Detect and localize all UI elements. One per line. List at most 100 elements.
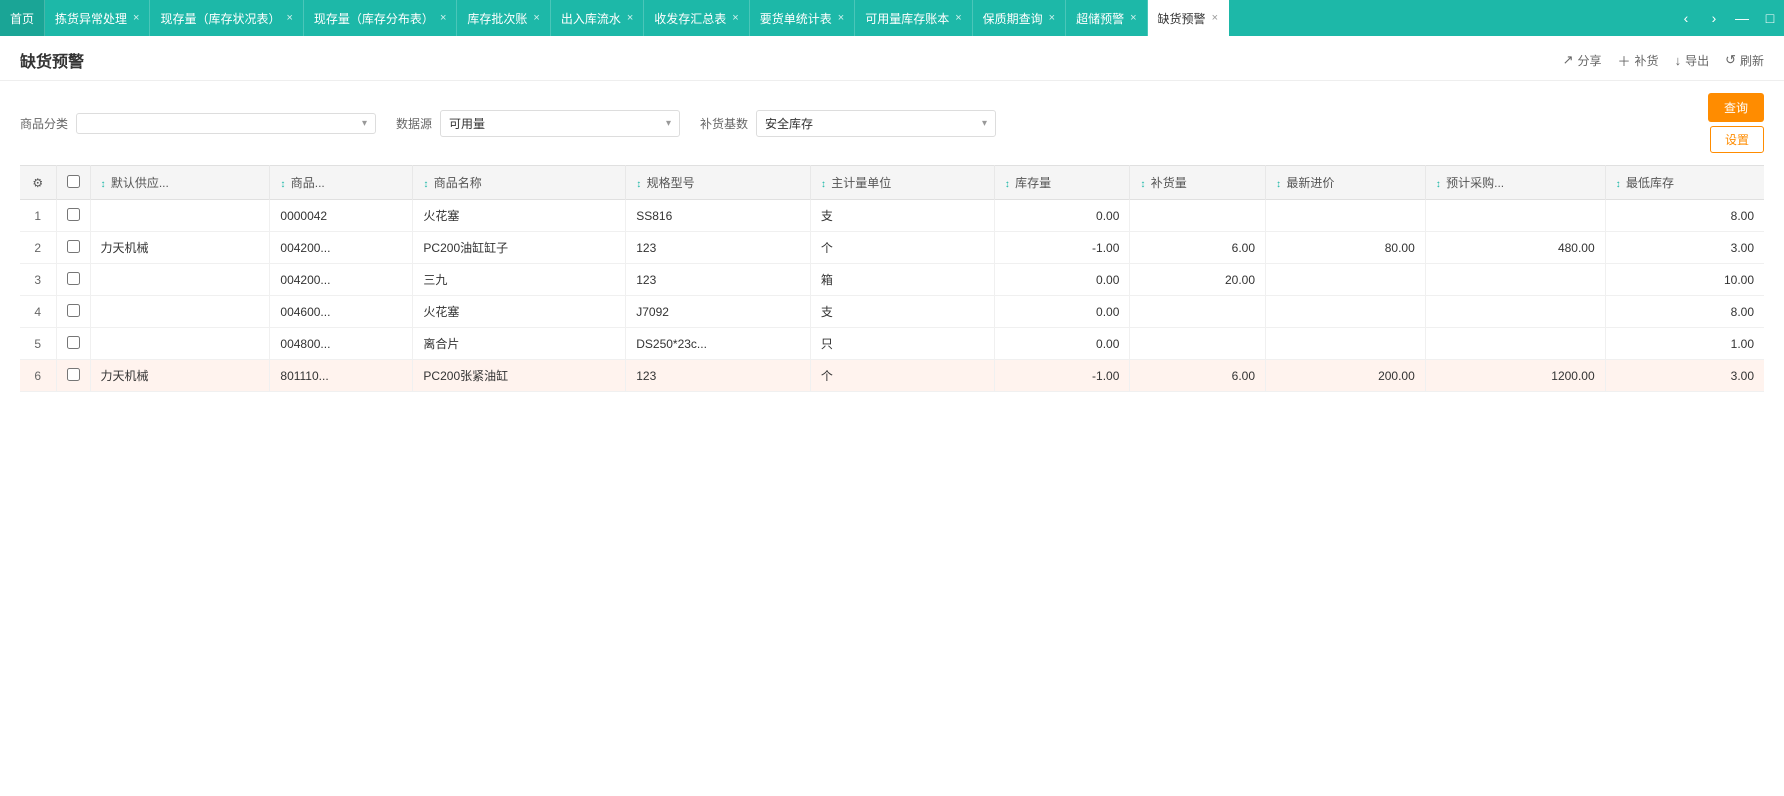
col-product-name-label: 商品名称	[434, 176, 482, 190]
spec-cell: 123	[626, 264, 811, 296]
tab-prev-button[interactable]: ‹	[1672, 0, 1700, 36]
spec-cell: SS816	[626, 200, 811, 232]
stock-qty-cell: -1.00	[994, 360, 1130, 392]
col-est-purchase-label: 预计采购...	[1446, 176, 1504, 190]
tab-close-icon[interactable]: ×	[838, 12, 844, 24]
supplier-cell	[90, 200, 270, 232]
min-stock-cell: 3.00	[1605, 232, 1764, 264]
tab-requisition-stats[interactable]: 要货单统计表×	[750, 0, 855, 36]
tab-close-icon[interactable]: ×	[533, 12, 539, 24]
filter-bar: 商品分类 ▾ 数据源 可用量 ▾ 补货基数 安全库存 ▾ 查询 设置	[0, 81, 1784, 165]
row-checkbox[interactable]	[67, 336, 80, 349]
col-product-code-label: 商品...	[291, 176, 325, 190]
page-title: 缺货预警	[20, 48, 84, 72]
replenish-qty-cell	[1130, 296, 1266, 328]
category-select[interactable]: ▾	[76, 113, 376, 134]
table-row: 2 力天机械 004200... PC200油缸缸子 123 个 -1.00 6…	[20, 232, 1764, 264]
tab-home[interactable]: 首页	[0, 0, 45, 36]
row-num-cell: 1	[20, 200, 56, 232]
min-stock-cell: 8.00	[1605, 200, 1764, 232]
tab-next-button[interactable]: ›	[1700, 0, 1728, 36]
settings-button[interactable]: 设置	[1710, 126, 1764, 153]
replenish-qty-cell: 20.00	[1130, 264, 1266, 296]
table-row: 6 力天机械 801110... PC200张紧油缸 123 个 -1.00 6…	[20, 360, 1764, 392]
datasource-select[interactable]: 可用量 ▾	[440, 110, 680, 137]
select-all-checkbox[interactable]	[67, 175, 80, 188]
stock-qty-cell: 0.00	[994, 328, 1130, 360]
supplier-cell: 力天机械	[90, 232, 270, 264]
unit-cell: 个	[810, 232, 994, 264]
tab-close-icon[interactable]: ×	[133, 12, 139, 24]
product-name-cell: 三九	[413, 264, 626, 296]
row-checkbox[interactable]	[67, 208, 80, 221]
replenish-base-select[interactable]: 安全库存 ▾	[756, 110, 996, 137]
export-button[interactable]: ↓ 导出	[1675, 52, 1710, 69]
table-row: 1 0000042 火花塞 SS816 支 0.00 8.00	[20, 200, 1764, 232]
col-latest-price: ↕ 最新进价	[1266, 166, 1426, 200]
row-checkbox[interactable]	[67, 240, 80, 253]
tab-close-icon[interactable]: ×	[627, 12, 633, 24]
tab-close-icon[interactable]: ×	[955, 12, 961, 24]
col-stock-qty-label: 库存量	[1015, 176, 1051, 190]
min-stock-cell: 1.00	[1605, 328, 1764, 360]
tab-close-icon[interactable]: ×	[286, 12, 292, 24]
tab-expiry-query[interactable]: 保质期查询×	[973, 0, 1066, 36]
product-code-cell: 004800...	[270, 328, 413, 360]
row-checkbox-cell	[56, 296, 90, 328]
tab-label: 现存量（库存状况表）	[160, 10, 280, 27]
sort-product-name-icon: ↕	[423, 179, 428, 190]
category-label: 商品分类	[20, 115, 68, 132]
row-checkbox[interactable]	[67, 272, 80, 285]
min-stock-cell: 10.00	[1605, 264, 1764, 296]
tab-maximize-button[interactable]: □	[1756, 0, 1784, 36]
tab-nav-buttons: ‹ › — □	[1672, 0, 1784, 36]
table-row: 4 004600... 火花塞 J7092 支 0.00 8.00	[20, 296, 1764, 328]
tab-batch-account[interactable]: 库存批次账×	[457, 0, 550, 36]
tab-close-icon[interactable]: ×	[1049, 12, 1055, 24]
category-filter-group: 商品分类 ▾	[20, 113, 376, 134]
tab-available-ledger[interactable]: 可用量库存账本×	[855, 0, 972, 36]
unit-cell: 支	[810, 296, 994, 328]
product-code-cell: 004200...	[270, 232, 413, 264]
tab-close-icon[interactable]: ×	[732, 12, 738, 24]
share-label: 分享	[1578, 52, 1602, 69]
col-latest-price-label: 最新进价	[1286, 176, 1334, 190]
table-header: ⚙ ↕ 默认供应... ↕ 商品... ↕ 商品名称	[20, 166, 1764, 200]
stock-qty-cell: 0.00	[994, 264, 1130, 296]
unit-cell: 个	[810, 360, 994, 392]
tab-close-icon[interactable]: ×	[440, 12, 446, 24]
tab-receive-summary[interactable]: 收发存汇总表×	[644, 0, 749, 36]
tab-close-icon[interactable]: ×	[1130, 12, 1136, 24]
replenish-base-value: 安全库存	[765, 115, 813, 132]
tab-inout-flow[interactable]: 出入库流水×	[551, 0, 644, 36]
share-button[interactable]: ↗ 分享	[1563, 52, 1602, 69]
tab-minimize-button[interactable]: —	[1728, 0, 1756, 36]
col-supplier: ↕ 默认供应...	[90, 166, 270, 200]
tab-defect-handling[interactable]: 拣货异常处理×	[45, 0, 150, 36]
row-checkbox[interactable]	[67, 368, 80, 381]
unit-cell: 支	[810, 200, 994, 232]
sort-spec-icon: ↕	[636, 179, 641, 190]
replenish-qty-cell: 6.00	[1130, 360, 1266, 392]
tab-stock-status[interactable]: 现存量（库存状况表） ×	[150, 0, 303, 36]
tab-shortage-warning[interactable]: 缺货预警×	[1148, 0, 1229, 36]
replenish-button[interactable]: ＋ 补货	[1618, 51, 1659, 70]
replenish-label: 补货	[1635, 52, 1659, 69]
refresh-button[interactable]: ↺ 刷新	[1725, 52, 1764, 69]
tab-stock-dist[interactable]: 现存量（库存分布表）×	[304, 0, 457, 36]
tab-close-icon[interactable]: ×	[1212, 12, 1218, 24]
gear-icon[interactable]: ⚙	[32, 176, 43, 190]
col-supplier-label: 默认供应...	[111, 176, 169, 190]
row-num-cell: 4	[20, 296, 56, 328]
col-replenish-qty: ↕ 补货量	[1130, 166, 1266, 200]
tab-overstock-warning[interactable]: 超储预警 ×	[1066, 0, 1147, 36]
page-header: 缺货预警 ↗ 分享 ＋ 补货 ↓ 导出 ↺ 刷新	[0, 36, 1784, 81]
query-button[interactable]: 查询	[1708, 93, 1764, 122]
table-row: 5 004800... 离合片 DS250*23c... 只 0.00 1.00	[20, 328, 1764, 360]
product-name-cell: 火花塞	[413, 200, 626, 232]
row-num-cell: 2	[20, 232, 56, 264]
row-num-cell: 5	[20, 328, 56, 360]
tab-label: 超储预警	[1076, 10, 1124, 27]
spec-cell: 123	[626, 232, 811, 264]
row-checkbox[interactable]	[67, 304, 80, 317]
